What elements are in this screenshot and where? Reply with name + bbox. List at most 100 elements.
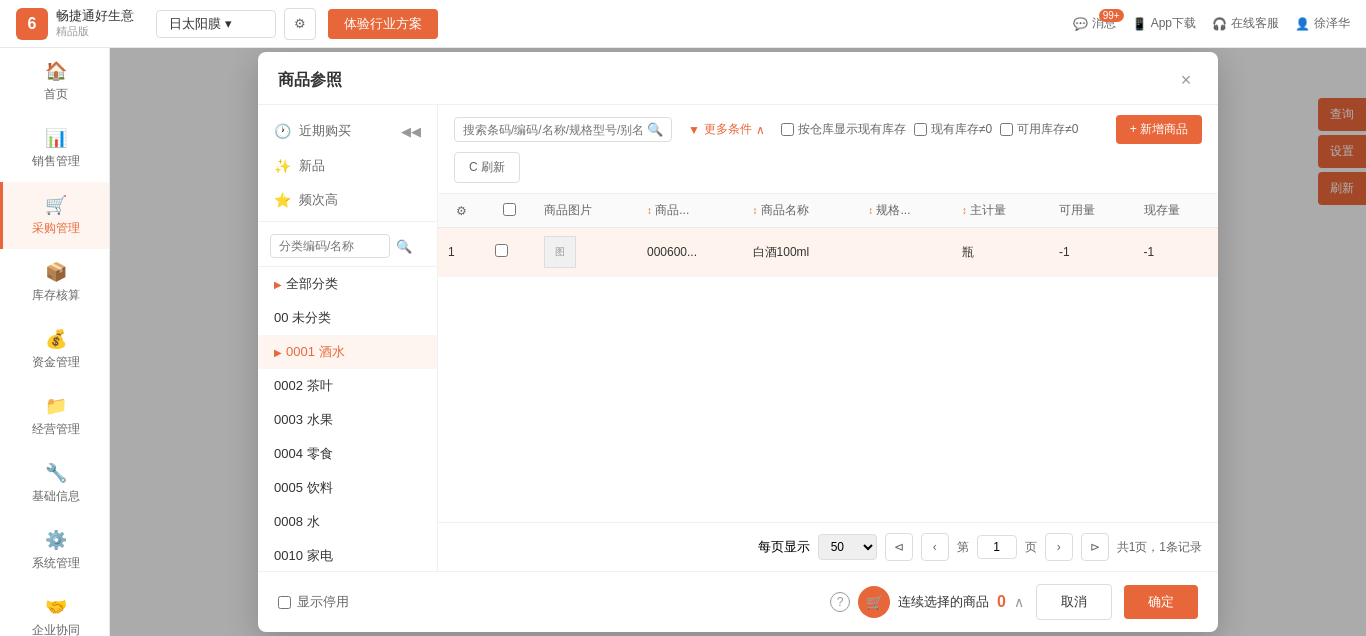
check-stock-input[interactable] <box>914 123 927 136</box>
sidebar-item-purchase-label: 采购管理 <box>32 220 80 237</box>
home-icon: 🏠 <box>45 60 67 82</box>
filter-button[interactable]: ▼ 更多条件 ∧ <box>680 117 773 142</box>
page-next-button[interactable]: › <box>1045 533 1073 561</box>
cat-0001[interactable]: ▶ 0001 酒水 <box>258 335 437 369</box>
th-spec[interactable]: ↕ 规格... <box>858 194 952 228</box>
cat-0008[interactable]: 0008 水 <box>258 505 437 539</box>
show-disabled-text: 显示停用 <box>297 593 349 611</box>
sidebar-item-system[interactable]: ⚙️ 系统管理 <box>0 517 109 584</box>
cat-0005[interactable]: 0005 饮料 <box>258 471 437 505</box>
table-row[interactable]: 1 图 <box>438 228 1218 277</box>
category-search-icon[interactable]: 🔍 <box>396 239 412 254</box>
check-available-input[interactable] <box>1000 123 1013 136</box>
check-stock-label[interactable]: 现有库存≠0 <box>914 121 992 138</box>
check-available-text: 可用库存≠0 <box>1017 121 1078 138</box>
show-disabled-label[interactable]: 显示停用 <box>278 593 349 611</box>
nav-right: 💬 消息 99+ 📱 App下载 🎧 在线客服 👤 徐泽华 <box>1073 15 1350 32</box>
cart-collapse-icon[interactable]: ∧ <box>1014 594 1024 610</box>
cat-all[interactable]: ▶ 全部分类 <box>258 267 437 301</box>
th-name[interactable]: ↕ 商品名称 <box>743 194 859 228</box>
filter-label: 更多条件 <box>704 121 752 138</box>
refresh-button[interactable]: C 刷新 <box>454 152 520 183</box>
category-search-input[interactable] <box>270 234 390 258</box>
th-code[interactable]: ↕ 商品... <box>637 194 743 228</box>
cat-0004[interactable]: 0004 零食 <box>258 437 437 471</box>
confirm-button[interactable]: 确定 <box>1124 585 1198 619</box>
system-icon: ⚙️ <box>45 529 67 551</box>
add-product-button[interactable]: + 新增商品 <box>1116 115 1202 144</box>
product-search-icon[interactable]: 🔍 <box>647 122 663 137</box>
cat-0010[interactable]: 0010 家电 <box>258 539 437 563</box>
cart-icon[interactable]: 🛒 <box>858 586 890 618</box>
sidebar-item-finance[interactable]: 💰 资金管理 <box>0 316 109 383</box>
th-stock: 现存量 <box>1134 194 1219 228</box>
td-checkbox[interactable] <box>485 228 535 277</box>
page-number-input[interactable] <box>977 535 1017 559</box>
modal-left-new[interactable]: ✨ 新品 <box>258 149 437 183</box>
cat-0002-label: 0002 茶叶 <box>274 377 333 395</box>
product-search-input[interactable] <box>463 123 643 137</box>
sidebar-item-home[interactable]: 🏠 首页 <box>0 48 109 115</box>
settings-col-icon[interactable]: ⚙ <box>448 204 475 218</box>
td-image: 图 <box>534 228 637 277</box>
th-image: 商品图片 <box>534 194 637 228</box>
sidebar-item-basic-label: 基础信息 <box>32 488 80 505</box>
sidebar-item-enterprise[interactable]: 🤝 企业协同 <box>0 584 109 636</box>
page-size-select[interactable]: 10 20 50 100 <box>818 534 877 560</box>
recent-icon: 🕐 <box>274 123 291 139</box>
show-disabled-checkbox[interactable] <box>278 596 291 609</box>
filter-arrow: ∧ <box>756 123 765 137</box>
row-checkbox[interactable] <box>495 244 508 257</box>
page-last-button[interactable]: ⊳ <box>1081 533 1109 561</box>
filter-icon: ▼ <box>688 123 700 137</box>
new-icon: ✨ <box>274 158 291 174</box>
main-area: 查询 设置 刷新 商品参照 × 🕐 <box>110 48 1366 636</box>
logo-text-group: 畅捷通好生意 精品版 <box>56 8 134 40</box>
cat-0002[interactable]: 0002 茶叶 <box>258 369 437 403</box>
online-service-label: 在线客服 <box>1231 15 1279 32</box>
trial-button[interactable]: 体验行业方案 <box>328 9 438 39</box>
nav-selector-label: 日太阳膜 <box>169 15 221 33</box>
sidebar-item-inventory[interactable]: 📦 库存核算 <box>0 249 109 316</box>
sidebar-item-basic[interactable]: 🔧 基础信息 <box>0 450 109 517</box>
messages-item[interactable]: 💬 消息 99+ <box>1073 15 1116 32</box>
check-available-label[interactable]: 可用库存≠0 <box>1000 121 1078 138</box>
page-first-button[interactable]: ⊲ <box>885 533 913 561</box>
table-body: 1 图 <box>438 228 1218 277</box>
td-code: 000600... <box>637 228 743 277</box>
cat-00[interactable]: 00 未分类 <box>258 301 437 335</box>
cat-0003-label: 0003 水果 <box>274 411 333 429</box>
modal-left-recent[interactable]: 🕐 近期购买 ◀◀ <box>258 113 437 149</box>
user-item[interactable]: 👤 徐泽华 <box>1295 15 1350 32</box>
collapse-icon[interactable]: ◀◀ <box>401 121 421 141</box>
online-service-item[interactable]: 🎧 在线客服 <box>1212 15 1279 32</box>
sidebar-item-finance-label: 资金管理 <box>32 354 80 371</box>
modal-close-button[interactable]: × <box>1174 68 1198 92</box>
check-warehouse-label[interactable]: 按仓库显示现有库存 <box>781 121 906 138</box>
modal: 商品参照 × 🕐 近期购买 ◀◀ ✨ <box>258 52 1218 632</box>
help-icon[interactable]: ? <box>830 592 850 612</box>
sidebar-item-sales[interactable]: 📊 销售管理 <box>0 115 109 182</box>
sidebar-item-home-label: 首页 <box>44 86 68 103</box>
th-unit[interactable]: ↕ 主计量 <box>952 194 1049 228</box>
app-download-item[interactable]: 📱 App下载 <box>1132 15 1196 32</box>
cart-area: ? 🛒 连续选择的商品 0 ∧ <box>830 586 1024 618</box>
nav-selector[interactable]: 日太阳膜 ▾ <box>156 10 276 38</box>
headset-icon: 🎧 <box>1212 17 1227 31</box>
select-all-checkbox[interactable] <box>503 203 516 216</box>
td-spec <box>858 228 952 277</box>
logo-icon: 6 <box>16 8 48 40</box>
check-warehouse-input[interactable] <box>781 123 794 136</box>
check-warehouse-text: 按仓库显示现有库存 <box>798 121 906 138</box>
page-prev-button[interactable]: ‹ <box>921 533 949 561</box>
modal-left-frequent[interactable]: ⭐ 频次高 <box>258 183 437 217</box>
product-image-placeholder: 图 <box>555 245 565 259</box>
cat-0003[interactable]: 0003 水果 <box>258 403 437 437</box>
cancel-button[interactable]: 取消 <box>1036 584 1112 620</box>
new-label: 新品 <box>299 157 325 175</box>
sidebar-item-purchase[interactable]: 🛒 采购管理 <box>0 182 109 249</box>
gear-button[interactable]: ⚙ <box>284 8 316 40</box>
sidebar-item-business-label: 经营管理 <box>32 421 80 438</box>
sidebar-item-business[interactable]: 📁 经营管理 <box>0 383 109 450</box>
user-name: 徐泽华 <box>1314 15 1350 32</box>
